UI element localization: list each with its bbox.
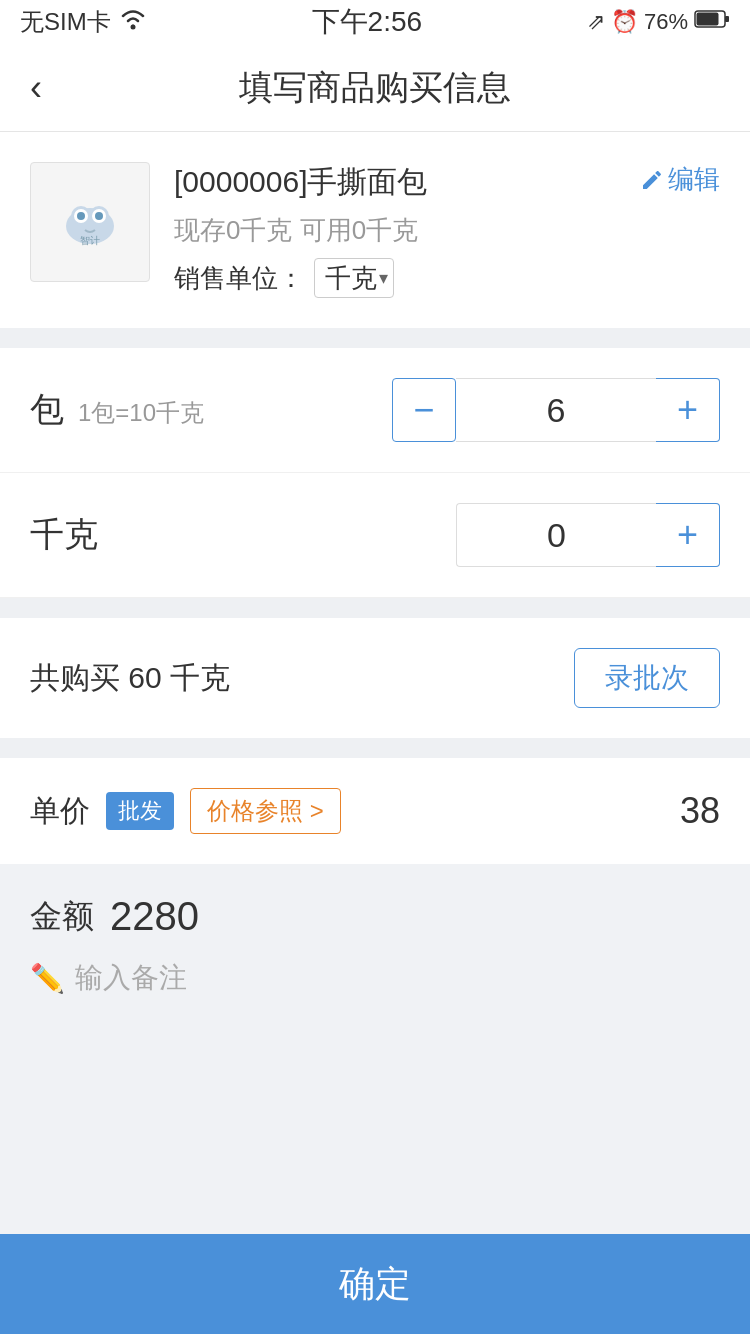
record-batch-button[interactable]: 录批次 [574, 648, 720, 708]
unit-label: 销售单位： [174, 261, 304, 296]
summary-row: 共购买 60 千克 录批次 [0, 618, 750, 738]
product-image: 智计 [30, 162, 150, 282]
separator-2 [0, 598, 750, 618]
price-left: 单价 批发 价格参照 > [30, 788, 341, 834]
package-label-sub: 1包=10千克 [78, 397, 204, 429]
svg-point-10 [95, 212, 103, 220]
note-row[interactable]: ✏️ 输入备注 [30, 959, 720, 997]
back-button[interactable]: ‹ [30, 67, 42, 109]
wifi-icon [119, 8, 147, 36]
note-placeholder: 输入备注 [75, 959, 187, 997]
price-value: 38 [680, 790, 720, 832]
amount-value: 2280 [110, 894, 199, 939]
battery-icon [694, 9, 730, 35]
price-type-tag: 批发 [106, 792, 174, 830]
product-unit: 销售单位： 千克 [174, 258, 720, 298]
product-info: [0000006]手撕面包 编辑 现存0千克 可用0千克 销售单位： 千克 [174, 162, 720, 298]
product-card: 智计 [0000006]手撕面包 编辑 现存0千克 可用0千克 销售单位： 千克 [0, 132, 750, 328]
kg-label: 千克 [30, 512, 98, 558]
unit-select-wrapper[interactable]: 千克 [314, 258, 394, 298]
edit-label: 编辑 [668, 162, 720, 197]
kg-label-main: 千克 [30, 512, 98, 558]
kg-quantity-input[interactable] [456, 503, 656, 567]
status-left: 无SIM卡 [20, 6, 147, 38]
package-quantity-input[interactable] [456, 378, 656, 442]
product-header: [0000006]手撕面包 编辑 [174, 162, 720, 213]
package-quantity-control: − + [392, 378, 720, 442]
svg-point-0 [130, 25, 135, 30]
amount-row: 金额 2280 [30, 894, 720, 939]
edit-note-icon: ✏️ [30, 962, 65, 995]
product-logo: 智计 [55, 188, 125, 257]
svg-rect-3 [697, 13, 719, 26]
package-label: 包 1包=10千克 [30, 387, 204, 433]
separator-3 [0, 738, 750, 758]
status-bar: 无SIM卡 下午2:56 ⇗ ⏰ 76% [0, 0, 750, 44]
status-time: 下午2:56 [312, 3, 423, 41]
unit-select[interactable]: 千克 [314, 258, 394, 298]
carrier-label: 无SIM卡 [20, 6, 111, 38]
package-decrease-button[interactable]: − [392, 378, 456, 442]
svg-text:智计: 智计 [80, 235, 100, 246]
separator-1 [0, 328, 750, 348]
nav-bar: ‹ 填写商品购买信息 [0, 44, 750, 132]
location-icon: ⇗ [587, 9, 605, 35]
product-name: [0000006]手撕面包 [174, 162, 427, 203]
kg-quantity-row: 千克 + [0, 473, 750, 598]
package-label-main: 包 [30, 387, 64, 433]
price-reference-button[interactable]: 价格参照 > [190, 788, 341, 834]
kg-increase-button[interactable]: + [656, 503, 720, 567]
package-increase-button[interactable]: + [656, 378, 720, 442]
svg-point-9 [77, 212, 85, 220]
edit-button[interactable]: 编辑 [640, 162, 720, 197]
amount-section: 金额 2280 ✏️ 输入备注 [0, 864, 750, 1017]
status-right: ⇗ ⏰ 76% [587, 9, 730, 35]
confirm-bar[interactable]: 确定 [0, 1234, 750, 1334]
package-quantity-row: 包 1包=10千克 − + [0, 348, 750, 473]
confirm-button-text: 确定 [339, 1260, 411, 1309]
price-section: 单价 批发 价格参照 > 38 [0, 758, 750, 864]
svg-rect-2 [725, 16, 729, 22]
kg-quantity-control: + [456, 503, 720, 567]
page-title: 填写商品购买信息 [239, 65, 511, 111]
product-stock: 现存0千克 可用0千克 [174, 213, 720, 248]
price-label: 单价 [30, 791, 90, 832]
alarm-icon: ⏰ [611, 9, 638, 35]
battery-percent: 76% [644, 9, 688, 35]
amount-label: 金额 [30, 895, 94, 939]
summary-label: 共购买 60 千克 [30, 658, 230, 699]
